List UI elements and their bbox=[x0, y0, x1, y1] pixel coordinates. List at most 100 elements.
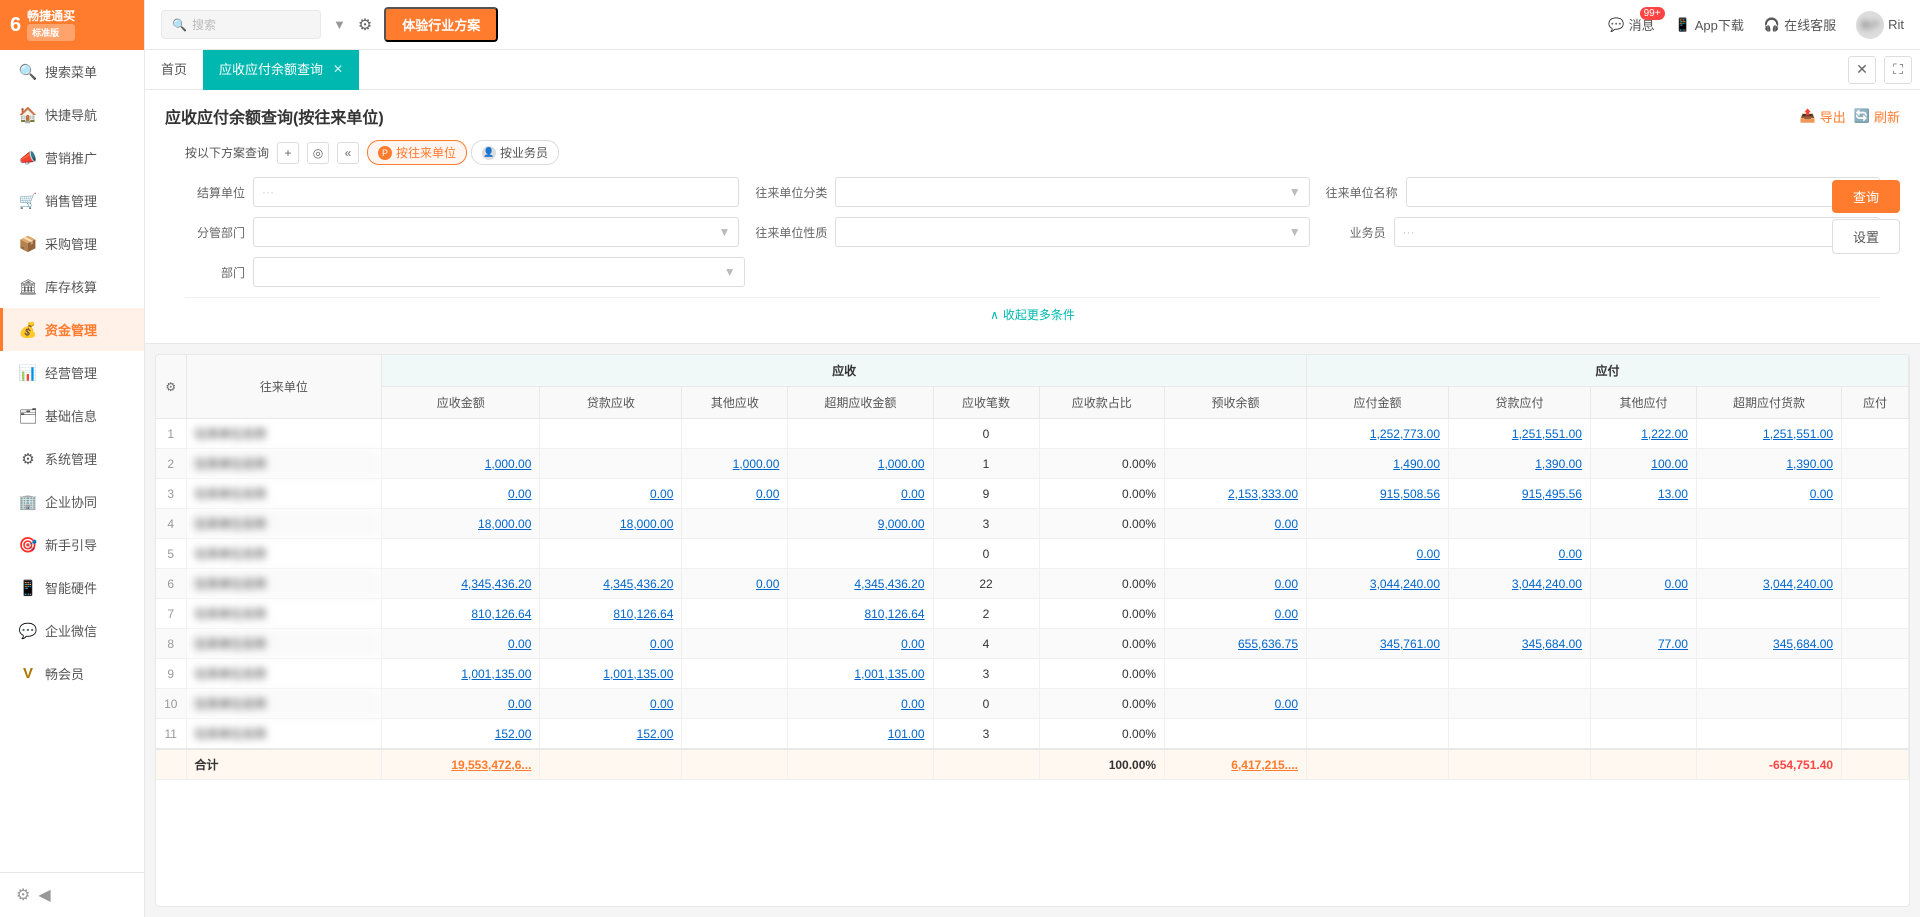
table-cell[interactable]: 4,345,436.20 bbox=[382, 569, 540, 599]
table-cell[interactable]: 3,044,240.00 bbox=[1307, 569, 1449, 599]
table-settings-icon[interactable]: ⚙ bbox=[156, 355, 186, 419]
table-cell[interactable]: 2,153,333.00 bbox=[1165, 479, 1307, 509]
tab-close-icon[interactable]: ✕ bbox=[333, 62, 343, 76]
table-cell[interactable]: 1,222.00 bbox=[1590, 419, 1696, 449]
collapse-scheme-btn[interactable]: « bbox=[337, 142, 359, 164]
export-button[interactable]: 📤 导出 bbox=[1800, 107, 1846, 126]
table-cell[interactable]: 152.00 bbox=[540, 719, 682, 750]
table-cell[interactable]: 100.00 bbox=[1590, 449, 1696, 479]
online-support-btn[interactable]: 🎧 在线客服 bbox=[1764, 15, 1836, 34]
table-cell[interactable]: 915,495.56 bbox=[1449, 479, 1591, 509]
table-cell[interactable]: 4,345,436.20 bbox=[540, 569, 682, 599]
sidebar-item-marketing[interactable]: 📣 营销推广 bbox=[0, 136, 144, 179]
sidebar-item-search-menu[interactable]: 🔍 搜索菜单 bbox=[0, 50, 144, 93]
table-cell[interactable]: 0.00 bbox=[1449, 539, 1591, 569]
sidebar-item-operations[interactable]: 📊 经营管理 bbox=[0, 351, 144, 394]
messages-badge[interactable]: 💬 消息 99+ bbox=[1608, 15, 1654, 34]
salesperson-input[interactable]: ··· bbox=[1394, 217, 1880, 247]
table-cell[interactable]: 77.00 bbox=[1590, 629, 1696, 659]
table-cell[interactable]: 655,636.75 bbox=[1165, 629, 1307, 659]
table-cell[interactable]: 0.00 bbox=[540, 479, 682, 509]
table-cell[interactable]: 0.00 bbox=[788, 479, 933, 509]
settlement-input[interactable]: ··· bbox=[253, 177, 739, 207]
table-cell[interactable]: 18,000.00 bbox=[382, 509, 540, 539]
topbar-gear-icon[interactable]: ⚙ bbox=[358, 15, 372, 35]
table-cell[interactable]: 101.00 bbox=[788, 719, 933, 750]
table-cell[interactable]: 0.00 bbox=[1165, 599, 1307, 629]
scheme-item-partner[interactable]: P 按往来单位 bbox=[367, 140, 467, 165]
table-cell[interactable]: 1,001,135.00 bbox=[382, 659, 540, 689]
table-cell[interactable]: 0.00 bbox=[1307, 539, 1449, 569]
topbar-dropdown-icon[interactable]: ▼ bbox=[333, 17, 346, 32]
table-cell[interactable]: 13.00 bbox=[1590, 479, 1696, 509]
table-cell[interactable]: 1,000.00 bbox=[788, 449, 933, 479]
table-cell[interactable]: 0.00 bbox=[1590, 569, 1696, 599]
table-cell[interactable]: 345,684.00 bbox=[1696, 629, 1841, 659]
table-cell[interactable]: 1,490.00 bbox=[1307, 449, 1449, 479]
sidebar-item-system[interactable]: ⚙ 系统管理 bbox=[0, 437, 144, 480]
table-cell[interactable]: 0.00 bbox=[540, 629, 682, 659]
table-cell[interactable]: 18,000.00 bbox=[540, 509, 682, 539]
table-cell[interactable]: 0.00 bbox=[382, 479, 540, 509]
sidebar-item-quick-nav[interactable]: 🏠 快捷导航 bbox=[0, 93, 144, 136]
table-cell[interactable]: 1,390.00 bbox=[1449, 449, 1591, 479]
table-cell[interactable]: 0.00 bbox=[1696, 479, 1841, 509]
table-cell[interactable]: 0.00 bbox=[1165, 569, 1307, 599]
table-cell[interactable]: 152.00 bbox=[382, 719, 540, 750]
table-cell[interactable]: 1,001,135.00 bbox=[540, 659, 682, 689]
sidebar-item-sales[interactable]: 🛒 销售管理 bbox=[0, 179, 144, 222]
table-container[interactable]: ⚙ 往来单位 应收 应付 应收金额 贷款应收 其他应收 超期应收金额 应收笔数 … bbox=[155, 354, 1910, 907]
sidebar-item-capital[interactable]: 💰 资金管理 bbox=[0, 308, 144, 351]
table-cell[interactable]: 1,251,551.00 bbox=[1696, 419, 1841, 449]
table-cell[interactable]: 0.00 bbox=[1165, 689, 1307, 719]
table-cell[interactable]: 810,126.64 bbox=[540, 599, 682, 629]
sidebar-item-smart-hardware[interactable]: 📱 智能硬件 bbox=[0, 566, 144, 609]
set-button[interactable]: 设置 bbox=[1832, 219, 1900, 254]
table-cell[interactable]: 1,001,135.00 bbox=[788, 659, 933, 689]
scheme-item-salesperson[interactable]: 👤 按业务员 bbox=[471, 140, 559, 165]
sidebar-item-purchase[interactable]: 📦 采购管理 bbox=[0, 222, 144, 265]
total-recv-amt[interactable]: 19,553,472,6... bbox=[382, 749, 540, 780]
table-cell[interactable]: 0.00 bbox=[540, 689, 682, 719]
table-cell[interactable]: 345,761.00 bbox=[1307, 629, 1449, 659]
sidebar-item-vip[interactable]: V 畅会员 bbox=[0, 652, 144, 695]
table-cell[interactable]: 1,251,551.00 bbox=[1449, 419, 1591, 449]
tab-close-btn[interactable]: ✕ bbox=[1848, 56, 1876, 84]
table-cell[interactable]: 4,345,436.20 bbox=[788, 569, 933, 599]
tab-balance-query[interactable]: 应收应付余额查询 ✕ bbox=[203, 50, 359, 90]
partner-category-input[interactable]: ▼ bbox=[835, 177, 1309, 207]
edit-scheme-btn[interactable]: ◎ bbox=[307, 142, 329, 164]
table-cell[interactable]: 1,000.00 bbox=[382, 449, 540, 479]
partner-name-input[interactable] bbox=[1406, 177, 1880, 207]
table-cell[interactable]: 915,508.56 bbox=[1307, 479, 1449, 509]
table-cell[interactable]: 0.00 bbox=[382, 689, 540, 719]
filter-collapse-btn[interactable]: ∧ 收起更多条件 bbox=[185, 297, 1880, 331]
table-cell[interactable]: 0.00 bbox=[1165, 509, 1307, 539]
total-pre-recv[interactable]: 6,417,215.... bbox=[1165, 749, 1307, 780]
table-cell[interactable]: 1,252,773.00 bbox=[1307, 419, 1449, 449]
sidebar-settings-icon[interactable]: ⚙ bbox=[16, 885, 30, 905]
table-cell[interactable]: 810,126.64 bbox=[382, 599, 540, 629]
table-cell[interactable]: 0.00 bbox=[682, 569, 788, 599]
table-cell[interactable]: 3,044,240.00 bbox=[1449, 569, 1591, 599]
sidebar-item-inventory[interactable]: 🏛 库存核算 bbox=[0, 265, 144, 308]
sidebar-item-enterprise-wechat[interactable]: 💬 企业微信 bbox=[0, 609, 144, 652]
query-button[interactable]: 查询 bbox=[1832, 180, 1900, 213]
tab-home[interactable]: 首页 bbox=[145, 50, 203, 90]
table-cell[interactable]: 0.00 bbox=[682, 479, 788, 509]
table-cell[interactable]: 0.00 bbox=[382, 629, 540, 659]
sidebar-item-basic-info[interactable]: 🗂 基础信息 bbox=[0, 394, 144, 437]
tab-maximize-btn[interactable]: ⛶ bbox=[1884, 56, 1912, 84]
table-cell[interactable]: 345,684.00 bbox=[1449, 629, 1591, 659]
add-scheme-btn[interactable]: + bbox=[277, 142, 299, 164]
table-cell[interactable]: 0.00 bbox=[788, 629, 933, 659]
sidebar-item-enterprise-collab[interactable]: 🏢 企业协同 bbox=[0, 480, 144, 523]
table-cell[interactable]: 9,000.00 bbox=[788, 509, 933, 539]
promo-button[interactable]: 体验行业方案 bbox=[384, 7, 498, 42]
table-cell[interactable]: 0.00 bbox=[788, 689, 933, 719]
subdept-input[interactable]: ▼ bbox=[253, 257, 745, 287]
user-menu[interactable]: 用户 Rit bbox=[1856, 11, 1904, 39]
table-cell[interactable]: 1,000.00 bbox=[682, 449, 788, 479]
partner-nature-input[interactable]: ▼ bbox=[835, 217, 1309, 247]
table-cell[interactable]: 1,390.00 bbox=[1696, 449, 1841, 479]
